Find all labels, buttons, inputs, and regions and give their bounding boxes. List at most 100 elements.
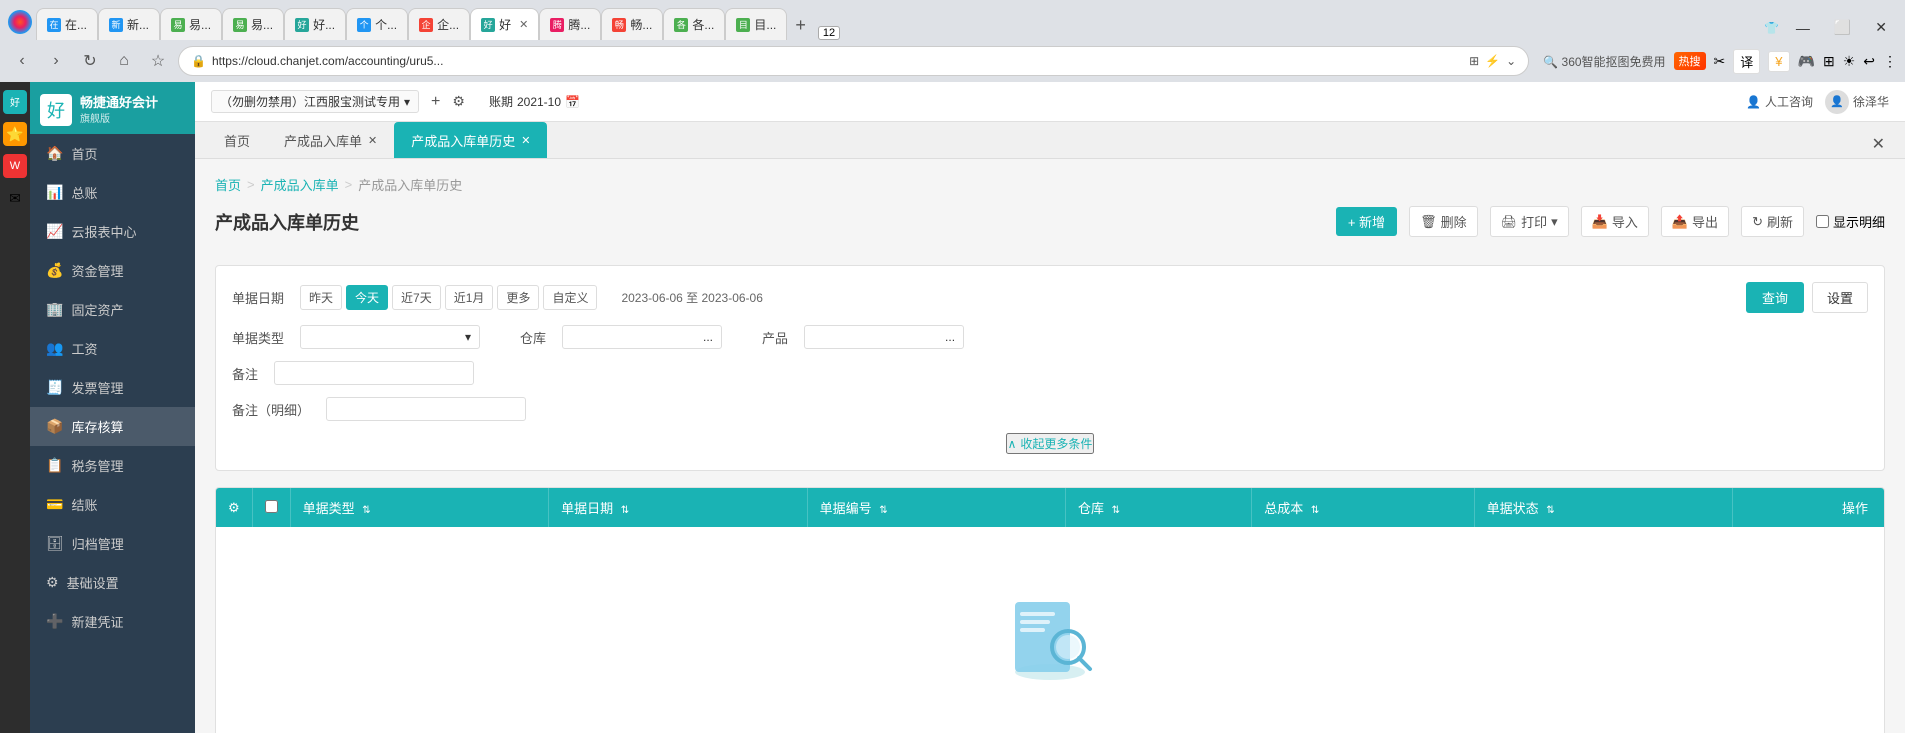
sidebar-item-tax[interactable]: 📋 税务管理 xyxy=(30,446,195,485)
icon-sidebar-logo[interactable]: 好 xyxy=(3,90,27,114)
date-btn-today[interactable]: 今天 xyxy=(346,285,388,310)
date-btn-custom[interactable]: 自定义 xyxy=(543,285,597,310)
gamepad-icon[interactable]: 🎮 xyxy=(1798,53,1815,70)
tab-close-好[interactable]: ✕ xyxy=(519,18,528,31)
minimize-button[interactable]: — xyxy=(1786,16,1820,40)
ai-consult-button[interactable]: 👤 人工咨询 xyxy=(1746,93,1813,110)
date-btn-7days[interactable]: 近7天 xyxy=(392,285,441,310)
delete-button[interactable]: 🗑 删除 xyxy=(1409,206,1478,237)
chevron-down-icon[interactable]: ⌄ xyxy=(1506,54,1516,68)
sidebar-item-settlement[interactable]: 💳 结账 xyxy=(30,485,195,524)
filter-settings-button[interactable]: 设置 xyxy=(1812,282,1868,313)
note-input[interactable] xyxy=(274,361,474,385)
translate-btn[interactable]: 译 xyxy=(1733,49,1760,74)
tab-好1[interactable]: 好 好... xyxy=(284,8,346,40)
refresh-browser-button[interactable]: ↻ xyxy=(76,47,104,75)
tab-在[interactable]: 在 在... xyxy=(36,8,98,40)
th-voucher-type[interactable]: 单据类型 ⇅ xyxy=(290,488,548,527)
show-detail-checkbox[interactable] xyxy=(1816,215,1829,228)
more-icon[interactable]: ⋮ xyxy=(1883,53,1897,70)
back2-icon[interactable]: ↩ xyxy=(1863,53,1875,70)
settlement-icon: 💳 xyxy=(46,496,63,513)
export-button[interactable]: 📤 导出 xyxy=(1661,206,1729,237)
collapse-filter-button[interactable]: ∧ 收起更多条件 xyxy=(1006,433,1095,454)
tab-畅[interactable]: 畅 畅... xyxy=(601,8,663,40)
th-total-cost[interactable]: 总成本 ⇅ xyxy=(1252,488,1474,527)
home-browser-button[interactable]: ⌂ xyxy=(110,47,138,75)
print-button[interactable]: 🖨 打印 ▾ xyxy=(1490,206,1569,237)
refresh-button[interactable]: ↻ 刷新 xyxy=(1741,206,1804,237)
breadcrumb-list[interactable]: 产成品入库单 xyxy=(261,175,339,194)
tab-易2[interactable]: 易 易... xyxy=(222,8,284,40)
close-panel-button[interactable]: ✕ xyxy=(1864,130,1893,158)
th-voucher-no-label: 单据编号 xyxy=(820,501,872,516)
tab-目[interactable]: 目 目... xyxy=(725,8,787,40)
product-select[interactable]: ... xyxy=(804,325,964,349)
tab-易1[interactable]: 易 易... xyxy=(160,8,222,40)
date-btn-1month[interactable]: 近1月 xyxy=(445,285,494,310)
tab-企[interactable]: 企 企... xyxy=(408,8,470,40)
forward-button[interactable]: › xyxy=(42,47,70,75)
scissors-icon[interactable]: ✂ xyxy=(1714,53,1726,70)
page-tab-list-close[interactable]: ✕ xyxy=(368,134,377,147)
back-button[interactable]: ‹ xyxy=(8,47,36,75)
settings-browser-icon[interactable]: ☀ xyxy=(1843,53,1856,70)
restore-button[interactable]: ⬜ xyxy=(1824,15,1861,40)
sidebar-item-basic[interactable]: ⚙ 基础设置 xyxy=(30,563,195,602)
page-tab-home[interactable]: 首页 xyxy=(207,122,267,158)
sidebar-item-payroll[interactable]: 👥 工资 xyxy=(30,329,195,368)
sidebar-item-cloud-report[interactable]: 📈 云报表中心 xyxy=(30,212,195,251)
tab-个[interactable]: 个 个... xyxy=(346,8,408,40)
url-bar[interactable]: 🔒 https://cloud.chanjet.com/accounting/u… xyxy=(178,46,1529,76)
icon-sidebar-mail[interactable]: ✉ xyxy=(3,186,27,210)
icon-sidebar-star[interactable]: ⭐ xyxy=(3,122,27,146)
sidebar-item-home[interactable]: 🏠 首页 xyxy=(30,134,195,173)
user-avatar-button[interactable]: 👤 徐泽华 xyxy=(1825,90,1889,114)
calendar-icon[interactable]: 📅 xyxy=(565,95,580,109)
sidebar-item-archive[interactable]: 🗄 归档管理 xyxy=(30,524,195,563)
breadcrumb-home[interactable]: 首页 xyxy=(215,175,241,194)
sidebar-item-funds[interactable]: 💰 资金管理 xyxy=(30,251,195,290)
select-all-checkbox[interactable] xyxy=(265,500,278,513)
sidebar-item-ledger[interactable]: 📊 总账 xyxy=(30,173,195,212)
date-btn-more[interactable]: 更多 xyxy=(497,285,539,310)
warehouse-select[interactable]: ... xyxy=(562,325,722,349)
th-checkbox[interactable] xyxy=(252,488,290,527)
th-settings[interactable]: ⚙ xyxy=(216,488,252,527)
page-tab-list-label: 产成品入库单 xyxy=(284,131,362,150)
page-tab-list[interactable]: 产成品入库单 ✕ xyxy=(267,122,394,158)
new-tab-button[interactable]: + xyxy=(787,11,814,40)
page-tab-history[interactable]: 产成品入库单历史 ✕ xyxy=(394,122,547,158)
add-company-button[interactable]: + xyxy=(431,93,440,111)
add-button[interactable]: + 新增 xyxy=(1336,207,1397,236)
shirt-icon[interactable]: 👕 xyxy=(1762,18,1782,38)
voucher-type-select[interactable]: ▾ xyxy=(300,325,480,349)
currency-btn[interactable]: ¥ xyxy=(1768,51,1789,72)
tab-腾[interactable]: 腾 腾... xyxy=(539,8,601,40)
lightning-icon[interactable]: ⚡ xyxy=(1485,54,1500,68)
sidebar-item-invoice[interactable]: 🧾 发票管理 xyxy=(30,368,195,407)
grid-icon[interactable]: ⊞ xyxy=(1469,54,1479,68)
icon-sidebar-weibo[interactable]: W xyxy=(3,154,27,178)
tab-新[interactable]: 新 新... xyxy=(98,8,160,40)
note-detail-input[interactable] xyxy=(326,397,526,421)
company-selector[interactable]: （勿删勿禁用）江西服宝测试专用 ▾ xyxy=(211,90,419,113)
sidebar-item-fixed-assets[interactable]: 🏢 固定资产 xyxy=(30,290,195,329)
th-voucher-no[interactable]: 单据编号 ⇅ xyxy=(807,488,1065,527)
th-warehouse[interactable]: 仓库 ⇅ xyxy=(1066,488,1252,527)
th-voucher-status[interactable]: 单据状态 ⇅ xyxy=(1474,488,1732,527)
tab-各[interactable]: 各 各... xyxy=(663,8,725,40)
date-btn-yesterday[interactable]: 昨天 xyxy=(300,285,342,310)
apps-icon[interactable]: ⊞ xyxy=(1823,53,1835,70)
settings-company-icon[interactable]: ⚙ xyxy=(452,93,465,110)
filter-row-note-detail: 备注（明细） xyxy=(232,397,1868,421)
page-tab-history-close[interactable]: ✕ xyxy=(521,134,530,147)
close-button[interactable]: ✕ xyxy=(1865,15,1897,40)
sidebar-item-new-voucher[interactable]: ➕ 新建凭证 xyxy=(30,602,195,641)
sidebar-item-inventory[interactable]: 📦 库存核算 xyxy=(30,407,195,446)
query-button[interactable]: 查询 xyxy=(1746,282,1804,313)
tab-好-active[interactable]: 好 好 ✕ xyxy=(470,8,539,40)
th-voucher-date[interactable]: 单据日期 ⇅ xyxy=(549,488,807,527)
import-button[interactable]: 📥 导入 xyxy=(1581,206,1649,237)
bookmark-button[interactable]: ☆ xyxy=(144,47,172,75)
